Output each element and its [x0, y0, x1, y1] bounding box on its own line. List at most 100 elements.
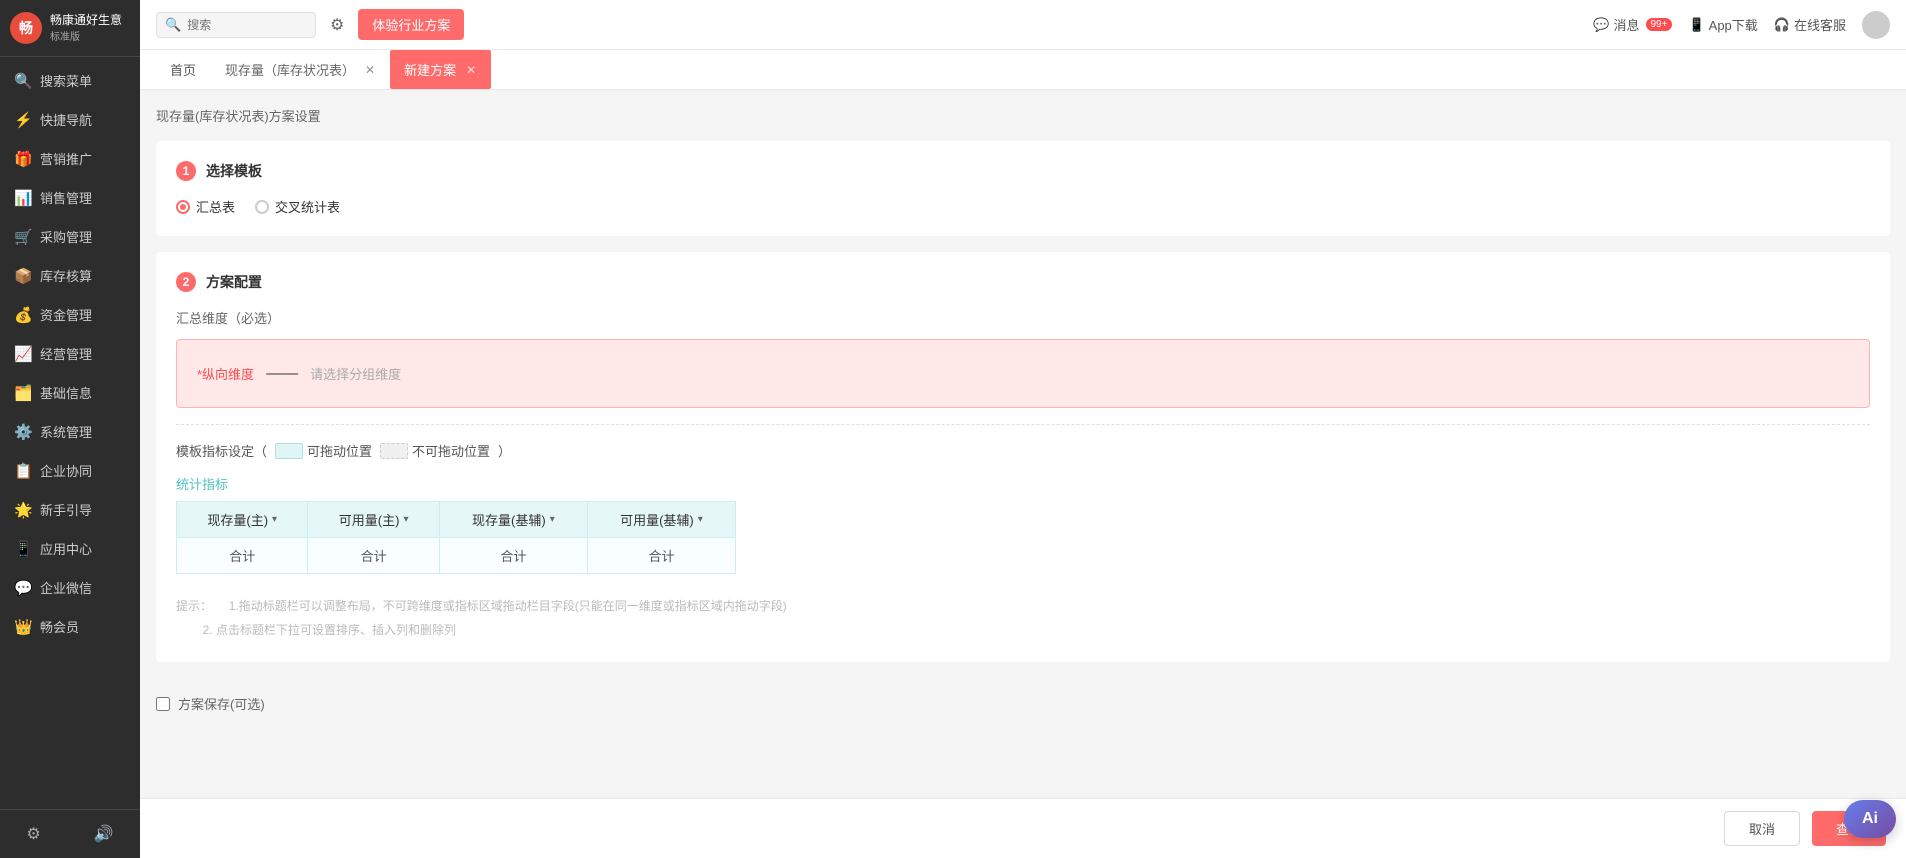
- sidebar-label-app-center: 应用中心: [40, 539, 92, 558]
- sidebar-label-sales: 销售管理: [40, 188, 92, 207]
- tips-title-text: 提示：: [176, 599, 212, 613]
- tips-section: 提示： 1.拖动标题栏可以调整布局，不可跨维度或指标区域拖动栏目字段(只能在同一…: [176, 594, 1870, 642]
- sidebar-item-purchase[interactable]: 🛒 采购管理: [0, 217, 140, 256]
- tab-inventory[interactable]: 现存量（库存状况表） ✕: [211, 50, 390, 89]
- radio-dot-summary: [176, 200, 190, 214]
- dimension-box[interactable]: *纵向维度 —— 请选择分组维度: [176, 339, 1870, 408]
- td-total-2: 合计: [308, 538, 439, 574]
- radio-cross[interactable]: 交叉统计表: [255, 197, 340, 216]
- gear-icon[interactable]: ⚙: [326, 11, 348, 39]
- sidebar-label-basic-info: 基础信息: [40, 383, 92, 402]
- sidebar-icon-operations: 📈: [14, 345, 32, 363]
- stats-section-label: 统计指标: [176, 474, 1870, 493]
- sidebar-label-member: 畅会员: [40, 617, 79, 636]
- sidebar-item-search[interactable]: 🔍 搜索菜单: [0, 61, 140, 100]
- sidebar-icon-sales: 📊: [14, 189, 32, 207]
- sidebar-item-marketing[interactable]: 🎁 营销推广: [0, 139, 140, 178]
- step1-header: 1 选择模板: [176, 161, 1870, 181]
- sidebar-label-wechat: 企业微信: [40, 578, 92, 597]
- th-current-aux-label: 现存量(基辅): [472, 510, 546, 529]
- message-icon: 💬: [1593, 17, 1609, 33]
- th-available-aux[interactable]: 可用量(基辅) ▾: [587, 502, 735, 538]
- sidebar-label-finance: 资金管理: [40, 305, 92, 324]
- message-button[interactable]: 💬 消息 99+: [1593, 15, 1672, 34]
- message-label: 消息: [1613, 15, 1639, 34]
- sidebar-item-system[interactable]: ⚙️ 系统管理: [0, 412, 140, 451]
- chevron-down-icon-4: ▾: [698, 514, 703, 525]
- tab-inventory-close[interactable]: ✕: [365, 63, 375, 77]
- app-icon: 📱: [1688, 17, 1704, 33]
- dimension-label: 汇总维度（必选）: [176, 308, 1870, 327]
- sidebar-icon-enterprise: 📋: [14, 462, 32, 480]
- sound-bottom-icon[interactable]: 🔊: [88, 818, 120, 850]
- dimension-placeholder: 请选择分组维度: [310, 364, 401, 383]
- tip-title: 提示： 1.拖动标题栏可以调整布局，不可跨维度或指标区域拖动栏目字段(只能在同一…: [176, 594, 1870, 618]
- indicator-section: 模板指标设定（ 可拖动位置 不可拖动位置 ） 统计指标: [176, 441, 1870, 642]
- sidebar-item-quick-nav[interactable]: ⚡ 快捷导航: [0, 100, 140, 139]
- tip-1: 1.拖动标题栏可以调整布局，不可跨维度或指标区域拖动栏目字段(只能在同一维度或指…: [229, 599, 787, 613]
- radio-summary[interactable]: 汇总表: [176, 197, 235, 216]
- chevron-down-icon-1: ▾: [272, 514, 277, 525]
- sidebar-item-finance[interactable]: 💰 资金管理: [0, 295, 140, 334]
- app-download-button[interactable]: 📱 App下载: [1688, 15, 1757, 34]
- content-area: 现存量(库存状况表)方案设置 1 选择模板 汇总表 交叉统计表 2: [140, 90, 1906, 798]
- sidebar-bottom: ⚙ 🔊: [0, 809, 140, 858]
- step2-title: 方案配置: [206, 272, 262, 292]
- table-row: 合计 合计 合计 合计: [177, 538, 736, 574]
- vertical-dim-label: *纵向维度: [197, 364, 254, 383]
- sidebar-item-new-guide[interactable]: 🌟 新手引导: [0, 490, 140, 529]
- radio-cross-label: 交叉统计表: [275, 197, 340, 216]
- th-current-main[interactable]: 现存量(主) ▾: [177, 502, 308, 538]
- sidebar-item-member[interactable]: 👑 畅会员: [0, 607, 140, 646]
- sidebar-icon-wechat: 💬: [14, 579, 32, 597]
- dimension-label-text: 汇总维度（必选）: [176, 311, 280, 326]
- user-avatar[interactable]: [1862, 11, 1890, 39]
- indicator-settings-label: 模板指标设定（: [176, 441, 267, 460]
- td-total-3: 合计: [439, 538, 587, 574]
- non-draggable-legend-box: [380, 443, 408, 459]
- sidebar-item-inventory[interactable]: 📦 库存核算: [0, 256, 140, 295]
- th-current-main-label: 现存量(主): [207, 510, 268, 529]
- sidebar-icon-quick-nav: ⚡: [14, 111, 32, 129]
- search-input[interactable]: [187, 18, 287, 32]
- draggable-legend-box: [275, 443, 303, 459]
- sidebar-label-purchase: 采购管理: [40, 227, 92, 246]
- save-checkbox[interactable]: [156, 697, 170, 711]
- online-service-label: 在线客服: [1794, 15, 1846, 34]
- tab-home[interactable]: 首页: [156, 50, 211, 89]
- th-current-aux[interactable]: 现存量(基辅) ▾: [439, 502, 587, 538]
- tabs-bar: 首页 现存量（库存状况表） ✕ 新建方案 ✕: [140, 50, 1906, 90]
- ai-float-button[interactable]: Ai: [1844, 800, 1896, 838]
- step1-title: 选择模板: [206, 161, 262, 181]
- sidebar-label-quick-nav: 快捷导航: [40, 110, 92, 129]
- settings-bottom-icon[interactable]: ⚙: [20, 818, 46, 850]
- tab-new-scheme[interactable]: 新建方案 ✕: [390, 50, 491, 89]
- draggable-label: 可拖动位置: [307, 441, 372, 460]
- trial-button[interactable]: 体验行业方案: [358, 9, 464, 40]
- sidebar-label-operations: 经营管理: [40, 344, 92, 363]
- sidebar-label-new-guide: 新手引导: [40, 500, 92, 519]
- save-label: 方案保存(可选): [178, 694, 265, 713]
- topbar: 🔍 ⚙ 体验行业方案 💬 消息 99+ 📱 App下载 🎧 在线客服: [140, 0, 1906, 50]
- sidebar-item-enterprise[interactable]: 📋 企业协同: [0, 451, 140, 490]
- tab-home-label: 首页: [170, 60, 196, 79]
- sidebar-item-sales[interactable]: 📊 销售管理: [0, 178, 140, 217]
- sidebar-item-wechat[interactable]: 💬 企业微信: [0, 568, 140, 607]
- sidebar-icon-purchase: 🛒: [14, 228, 32, 246]
- app-edition: 标准版: [50, 28, 122, 43]
- th-available-main[interactable]: 可用量(主) ▾: [308, 502, 439, 538]
- sidebar-item-basic-info[interactable]: 🗂️ 基础信息: [0, 373, 140, 412]
- save-section: 方案保存(可选): [156, 678, 1890, 721]
- sidebar-item-operations[interactable]: 📈 经营管理: [0, 334, 140, 373]
- search-box[interactable]: 🔍: [156, 12, 316, 38]
- tab-new-scheme-close[interactable]: ✕: [466, 63, 476, 77]
- sidebar-icon-app-center: 📱: [14, 540, 32, 558]
- online-service-button[interactable]: 🎧 在线客服: [1774, 15, 1846, 34]
- sidebar-label-enterprise: 企业协同: [40, 461, 92, 480]
- cancel-button[interactable]: 取消: [1724, 811, 1800, 846]
- sidebar-icon-member: 👑: [14, 618, 32, 636]
- th-available-aux-label: 可用量(基辅): [620, 510, 694, 529]
- sidebar-label-marketing: 营销推广: [40, 149, 92, 168]
- sidebar-item-app-center[interactable]: 📱 应用中心: [0, 529, 140, 568]
- chevron-down-icon-3: ▾: [550, 514, 555, 525]
